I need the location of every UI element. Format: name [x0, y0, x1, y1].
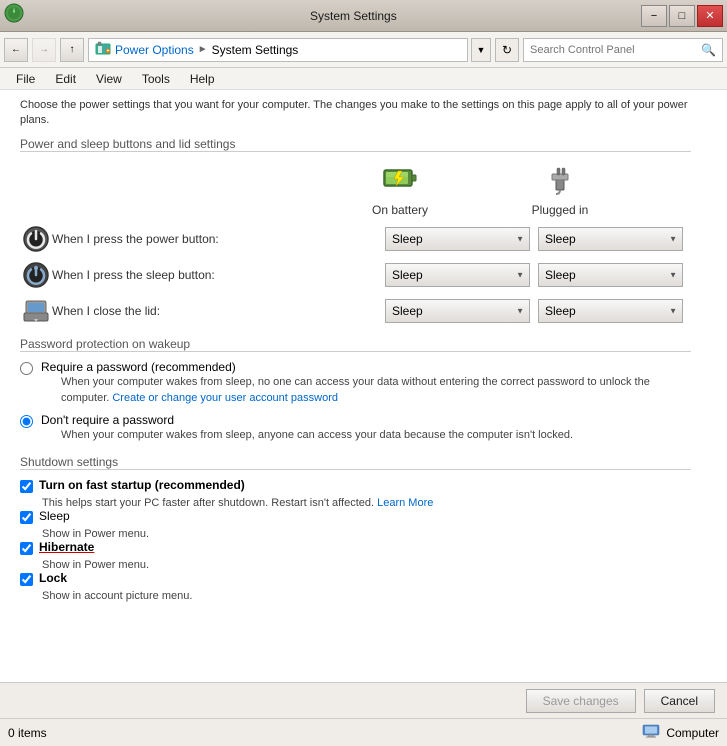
lid-close-label: When I close the lid: — [52, 304, 385, 318]
require-password-desc: When your computer wakes from sleep, no … — [61, 374, 691, 407]
status-bar: 0 items Computer — [0, 718, 727, 746]
section1-header: Power and sleep buttons and lid settings — [20, 137, 691, 152]
sleep-desc: Show in Power menu. — [42, 528, 691, 540]
power-button-label: When I press the power button: — [52, 232, 385, 246]
hibernate-checkbox[interactable] — [20, 542, 33, 555]
lid-plugged-dropdown[interactable]: Sleep Do nothing Hibernate Shut down — [538, 299, 683, 323]
lock-label[interactable]: Lock — [39, 571, 67, 585]
bottom-buttons: Save changes Cancel — [0, 682, 727, 718]
menu-file[interactable]: File — [8, 70, 43, 88]
password-section: Password protection on wakeup Require a … — [20, 337, 691, 444]
lid-battery-select[interactable]: Sleep Do nothing Hibernate Shut down — [385, 299, 530, 323]
hibernate-row: Hibernate Show in Power menu. — [20, 540, 691, 571]
shutdown-section: Shutdown settings Turn on fast startup (… — [20, 455, 691, 602]
require-password-radio[interactable] — [20, 362, 33, 375]
search-input[interactable] — [530, 44, 697, 56]
window-controls: − □ ✕ — [641, 5, 723, 27]
minimize-button[interactable]: − — [641, 5, 667, 27]
top-notice: Choose the power settings that you want … — [20, 98, 691, 129]
fast-startup-row: Turn on fast startup (recommended) This … — [20, 478, 691, 509]
power-button-plugged-select[interactable]: Sleep Do nothing Hibernate Shut down — [538, 227, 683, 251]
lid-battery-dropdown[interactable]: Sleep Do nothing Hibernate Shut down — [385, 299, 530, 323]
sleep-button-battery-dropdown[interactable]: Sleep Do nothing Hibernate — [385, 263, 530, 287]
require-password-label[interactable]: Require a password (recommended) — [41, 360, 236, 374]
items-count: 0 items — [8, 726, 47, 740]
sleep-checkbox[interactable] — [20, 511, 33, 524]
status-right: Computer — [642, 724, 719, 741]
address-path: Power Options ► System Settings — [88, 38, 468, 62]
no-password-desc: When your computer wakes from sleep, any… — [61, 427, 573, 444]
menu-help[interactable]: Help — [182, 70, 223, 88]
fast-startup-checkbox[interactable] — [20, 480, 33, 493]
lid-close-row: When I close the lid: Sleep Do nothing H… — [20, 297, 691, 325]
computer-icon — [642, 724, 660, 741]
no-password-label[interactable]: Don't require a password — [41, 413, 174, 427]
lock-desc: Show in account picture menu. — [42, 590, 691, 602]
pluggedin-column-header: Plugged in — [480, 160, 640, 217]
sleep-button-plugged-dropdown[interactable]: Sleep Do nothing Hibernate — [538, 263, 683, 287]
sleep-button-row: When I press the sleep button: Sleep Do … — [20, 261, 691, 289]
battery-icon — [382, 160, 418, 199]
lock-row: Lock Show in account picture menu. — [20, 571, 691, 602]
section3-title: Shutdown settings — [20, 455, 118, 469]
fast-startup-desc-text: This helps start your PC faster after sh… — [42, 497, 377, 509]
sleep-button-label: When I press the sleep button: — [52, 268, 385, 282]
require-password-row: Require a password (recommended) When yo… — [20, 360, 691, 407]
fast-startup-label[interactable]: Turn on fast startup (recommended) — [39, 478, 245, 492]
power-button-plugged-dropdown[interactable]: Sleep Do nothing Hibernate Shut down — [538, 227, 683, 251]
window-title: System Settings — [310, 9, 397, 23]
address-bar: ← → ↑ Power Options ► System Settings ▼ … — [0, 32, 727, 68]
battery-column-header: On battery — [320, 160, 480, 217]
lid-icon — [20, 297, 52, 325]
power-button-battery-dropdown[interactable]: Sleep Do nothing Hibernate Shut down — [385, 227, 530, 251]
up-button[interactable]: ↑ — [60, 38, 84, 62]
lid-plugged-select[interactable]: Sleep Do nothing Hibernate Shut down — [538, 299, 683, 323]
power-button-battery-select[interactable]: Sleep Do nothing Hibernate Shut down — [385, 227, 530, 251]
menu-tools[interactable]: Tools — [134, 70, 178, 88]
create-password-link[interactable]: Create or change your user account passw… — [112, 392, 338, 404]
maximize-button[interactable]: □ — [669, 5, 695, 27]
address-current: System Settings — [212, 43, 299, 57]
menu-edit[interactable]: Edit — [47, 70, 84, 88]
sleep-row: Sleep Show in Power menu. — [20, 509, 691, 540]
sleep-button-battery-select[interactable]: Sleep Do nothing Hibernate — [385, 263, 530, 287]
back-button[interactable]: ← — [4, 38, 28, 62]
menu-view[interactable]: View — [88, 70, 130, 88]
power-button-icon — [20, 225, 52, 253]
learn-more-link[interactable]: Learn More — [377, 497, 433, 509]
pluggedin-label: Plugged in — [532, 203, 589, 217]
search-box: 🔍 — [523, 38, 723, 62]
sleep-label[interactable]: Sleep — [39, 509, 70, 523]
no-password-radio[interactable] — [20, 415, 33, 428]
sleep-button-icon — [20, 261, 52, 289]
hibernate-desc: Show in Power menu. — [42, 559, 691, 571]
address-icon — [95, 40, 111, 59]
lock-checkbox[interactable] — [20, 573, 33, 586]
close-button[interactable]: ✕ — [697, 5, 723, 27]
sleep-button-plugged-select[interactable]: Sleep Do nothing Hibernate — [538, 263, 683, 287]
fast-startup-desc: This helps start your PC faster after sh… — [42, 497, 691, 509]
plug-icon — [542, 160, 578, 199]
main-content: Choose the power settings that you want … — [0, 90, 727, 682]
save-changes-button[interactable]: Save changes — [526, 689, 636, 713]
address-power-options[interactable]: Power Options — [115, 43, 194, 57]
title-bar: System Settings − □ ✕ — [0, 0, 727, 32]
battery-label: On battery — [372, 203, 428, 217]
address-arrow: ► — [198, 44, 208, 55]
forward-button[interactable]: → — [32, 38, 56, 62]
power-table-header: On battery Plugged in — [20, 160, 691, 217]
power-button-row: When I press the power button: Sleep Do … — [20, 225, 691, 253]
menu-bar: File Edit View Tools Help — [0, 68, 727, 90]
app-icon — [4, 3, 24, 28]
address-dropdown-btn[interactable]: ▼ — [471, 38, 491, 62]
cancel-button[interactable]: Cancel — [644, 689, 715, 713]
hibernate-label[interactable]: Hibernate — [39, 540, 94, 554]
section2-title: Password protection on wakeup — [20, 337, 190, 351]
refresh-button[interactable]: ↻ — [495, 38, 519, 62]
no-password-row: Don't require a password When your compu… — [20, 413, 691, 444]
search-icon: 🔍 — [701, 43, 716, 57]
computer-label: Computer — [666, 726, 719, 740]
section1-title: Power and sleep buttons and lid settings — [20, 137, 235, 151]
